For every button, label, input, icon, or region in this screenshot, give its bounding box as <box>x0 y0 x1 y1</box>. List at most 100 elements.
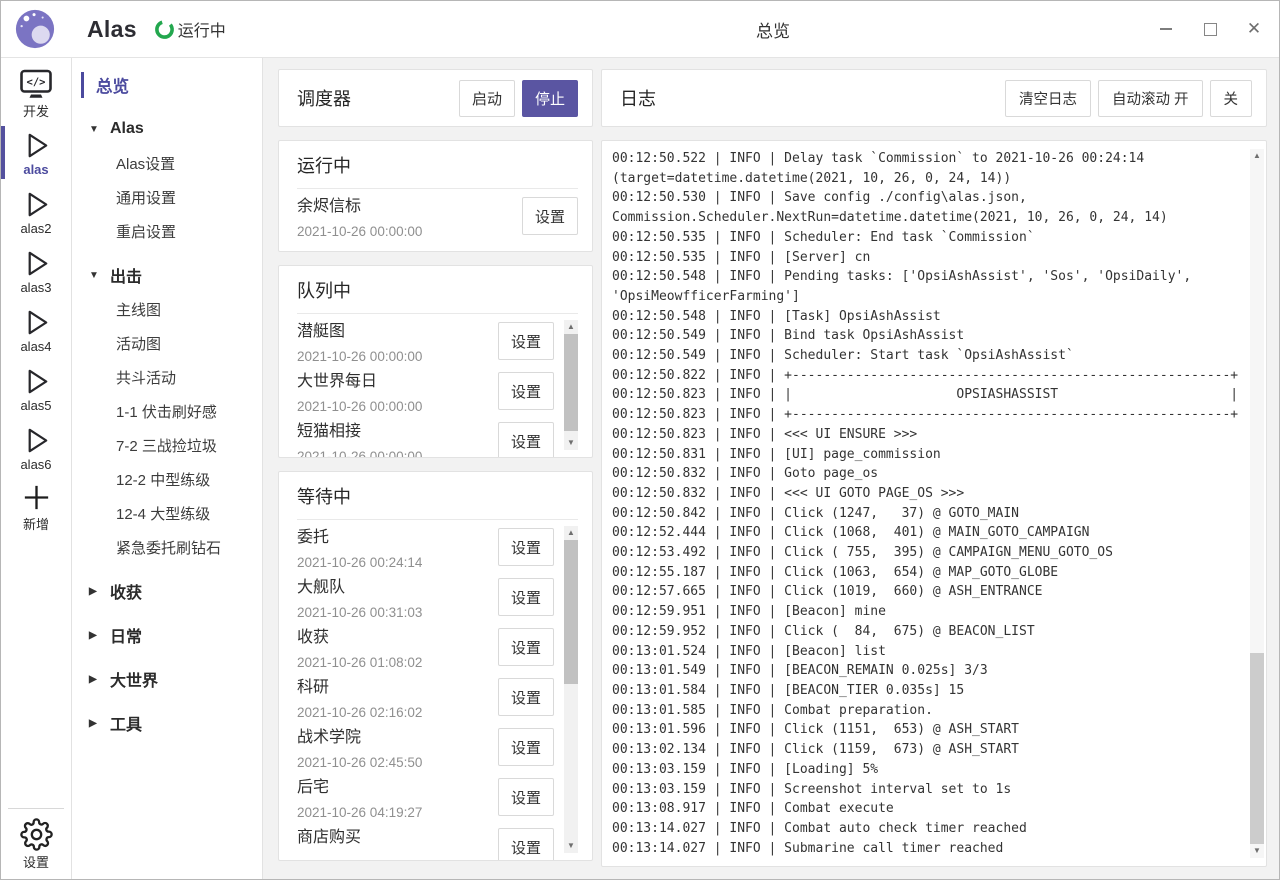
rail-item-alas6[interactable]: alas6 <box>1 418 71 477</box>
rail-item-add[interactable]: 新增 <box>1 477 71 536</box>
task-info: 战术学院2021-10-26 02:45:50 <box>297 726 498 773</box>
task-setting-button[interactable]: 设置 <box>498 528 554 566</box>
scrollbar-thumb[interactable] <box>564 540 578 684</box>
menu-item[interactable]: 活动图 <box>72 326 262 360</box>
rail-item-alas3[interactable]: alas3 <box>1 241 71 300</box>
scrollbar[interactable]: ▲▼ <box>564 526 578 853</box>
task-info: 大世界每日2021-10-26 00:00:00 <box>297 370 498 417</box>
gear-icon <box>20 818 53 852</box>
scrollbar-thumb[interactable] <box>564 334 578 431</box>
menu-item[interactable]: 12-4 大型练级 <box>72 496 262 530</box>
task-time: 2021-10-26 00:00:00 <box>297 397 498 417</box>
scrollbar-track[interactable] <box>564 334 578 436</box>
stop-button[interactable]: 停止 <box>522 80 578 117</box>
scroll-up-icon[interactable]: ▲ <box>1253 149 1261 163</box>
log-line: 00:12:50.549 | INFO | Bind task OpsiAshA… <box>612 326 1246 346</box>
menu-item[interactable]: 共斗活动 <box>72 360 262 394</box>
rail-item-alas2[interactable]: alas2 <box>1 182 71 241</box>
task-name: 科研 <box>297 676 498 700</box>
menu-item[interactable]: 紧急委托刷钻石 <box>72 530 262 564</box>
rail-item-label: 设置 <box>23 852 49 871</box>
section-title: 运行中 <box>297 141 578 189</box>
autoscroll-off-button[interactable]: 关 <box>1210 80 1253 117</box>
autoscroll-button[interactable]: 自动滚动 开 <box>1098 80 1203 117</box>
chevron-down-icon: ▼ <box>89 124 101 135</box>
maximize-icon[interactable] <box>1188 1 1232 57</box>
menu-group-5[interactable]: ▶工具 <box>72 706 262 740</box>
task-setting-button[interactable]: 设置 <box>498 778 554 816</box>
rail-item-alas5[interactable]: alas5 <box>1 359 71 418</box>
menu-group-0[interactable]: ▼Alas <box>72 112 262 146</box>
close-icon[interactable]: ✕ <box>1232 1 1276 57</box>
menu-item-overview[interactable]: 总览 <box>72 68 262 102</box>
profile-rail-items: </>开发alasalas2alas3alas4alas5alas6新增 <box>1 64 71 536</box>
menu-item[interactable]: 通用设置 <box>72 180 262 214</box>
scrollbar-track[interactable] <box>564 540 578 839</box>
task-row: 余烬信标2021-10-26 00:00:00设置 <box>297 195 578 245</box>
menu-group-4[interactable]: ▶大世界 <box>72 662 262 696</box>
task-setting-button[interactable]: 设置 <box>498 628 554 666</box>
rail-item-dev[interactable]: </>开发 <box>1 64 71 123</box>
task-setting-button[interactable]: 设置 <box>522 197 578 235</box>
minimize-icon[interactable] <box>1144 1 1188 57</box>
log-scrollbar[interactable]: ▲ ▼ <box>1250 149 1264 858</box>
task-name: 大舰队 <box>297 576 498 600</box>
menu-item[interactable]: 7-2 三战捡垃圾 <box>72 428 262 462</box>
rail-item-settings[interactable]: 设置 <box>1 813 71 875</box>
rail-item-alas4[interactable]: alas4 <box>1 300 71 359</box>
profile-rail: </>开发alasalas2alas3alas4alas5alas6新增 设置 <box>1 58 72 879</box>
chevron-right-icon: ▶ <box>89 674 101 685</box>
rail-item-alas[interactable]: alas <box>1 123 71 182</box>
chevron-right-icon: ▶ <box>89 718 101 729</box>
scheduler-section-1: 队列中潜艇图2021-10-26 00:00:00设置大世界每日2021-10-… <box>278 265 593 458</box>
alas-logo-icon <box>14 8 56 50</box>
task-setting-button[interactable]: 设置 <box>498 678 554 716</box>
task-name: 商店购买 <box>297 826 498 850</box>
menu-item[interactable]: 主线图 <box>72 292 262 326</box>
menu-group-1[interactable]: ▼出击 <box>72 258 262 292</box>
log-card: 00:12:50.522 | INFO | Delay task `Commis… <box>601 140 1267 867</box>
task-setting-button[interactable]: 设置 <box>498 322 554 360</box>
task-info: 余烬信标2021-10-26 00:00:00 <box>297 195 522 242</box>
title-bar: Alas 运行中 总览 ✕ <box>1 1 1279 58</box>
clear-log-button[interactable]: 清空日志 <box>1005 80 1091 117</box>
start-button[interactable]: 启动 <box>459 80 515 117</box>
active-indicator <box>1 126 5 179</box>
task-row: 大世界每日2021-10-26 00:00:00设置 <box>297 370 554 420</box>
menu-item[interactable]: 1-1 伏击刷好感 <box>72 394 262 428</box>
play-icon <box>20 128 53 162</box>
task-setting-button[interactable]: 设置 <box>498 828 554 861</box>
log-line: 00:13:02.134 | INFO | Click (1159, 673) … <box>612 740 1246 760</box>
log-line: 00:12:50.823 | INFO | <<< UI ENSURE >>> <box>612 425 1246 445</box>
log-line: 00:12:50.548 | INFO | Pending tasks: ['O… <box>612 267 1246 287</box>
play-icon <box>20 305 53 339</box>
play-icon <box>20 187 53 221</box>
log-line: 00:12:55.187 | INFO | Click (1063, 654) … <box>612 563 1246 583</box>
task-time: 2021-10-26 02:16:02 <box>297 703 498 723</box>
chevron-right-icon: ▶ <box>89 586 101 597</box>
scroll-up-icon[interactable]: ▲ <box>567 320 575 334</box>
scrollbar-track[interactable] <box>1250 163 1264 844</box>
log-line: 00:12:50.832 | INFO | <<< UI GOTO PAGE_O… <box>612 484 1246 504</box>
section-body: 余烬信标2021-10-26 00:00:00设置 <box>297 189 578 252</box>
scroll-down-icon[interactable]: ▼ <box>1253 844 1261 858</box>
menu-item[interactable]: Alas设置 <box>72 146 262 180</box>
task-setting-button[interactable]: 设置 <box>498 372 554 410</box>
task-setting-button[interactable]: 设置 <box>498 578 554 616</box>
menu-item[interactable]: 12-2 中型练级 <box>72 462 262 496</box>
log-line: 00:13:03.159 | INFO | [Loading] 5% <box>612 760 1246 780</box>
scrollbar-thumb[interactable] <box>1250 653 1264 844</box>
task-setting-button[interactable]: 设置 <box>498 728 554 766</box>
menu-group-3[interactable]: ▶日常 <box>72 618 262 652</box>
task-setting-button[interactable]: 设置 <box>498 422 554 458</box>
task-name: 委托 <box>297 526 498 550</box>
menu-group-2[interactable]: ▶收获 <box>72 574 262 608</box>
scrollbar[interactable]: ▲▼ <box>564 320 578 450</box>
scroll-down-icon[interactable]: ▼ <box>567 436 575 450</box>
scheduler-header-card: 调度器 启动 停止 <box>278 69 593 127</box>
task-time: 2021-10-26 00:00:00 <box>297 347 498 367</box>
scroll-down-icon[interactable]: ▼ <box>567 839 575 853</box>
log-line: 00:12:50.522 | INFO | Delay task `Commis… <box>612 149 1246 169</box>
scroll-up-icon[interactable]: ▲ <box>567 526 575 540</box>
menu-item[interactable]: 重启设置 <box>72 214 262 248</box>
